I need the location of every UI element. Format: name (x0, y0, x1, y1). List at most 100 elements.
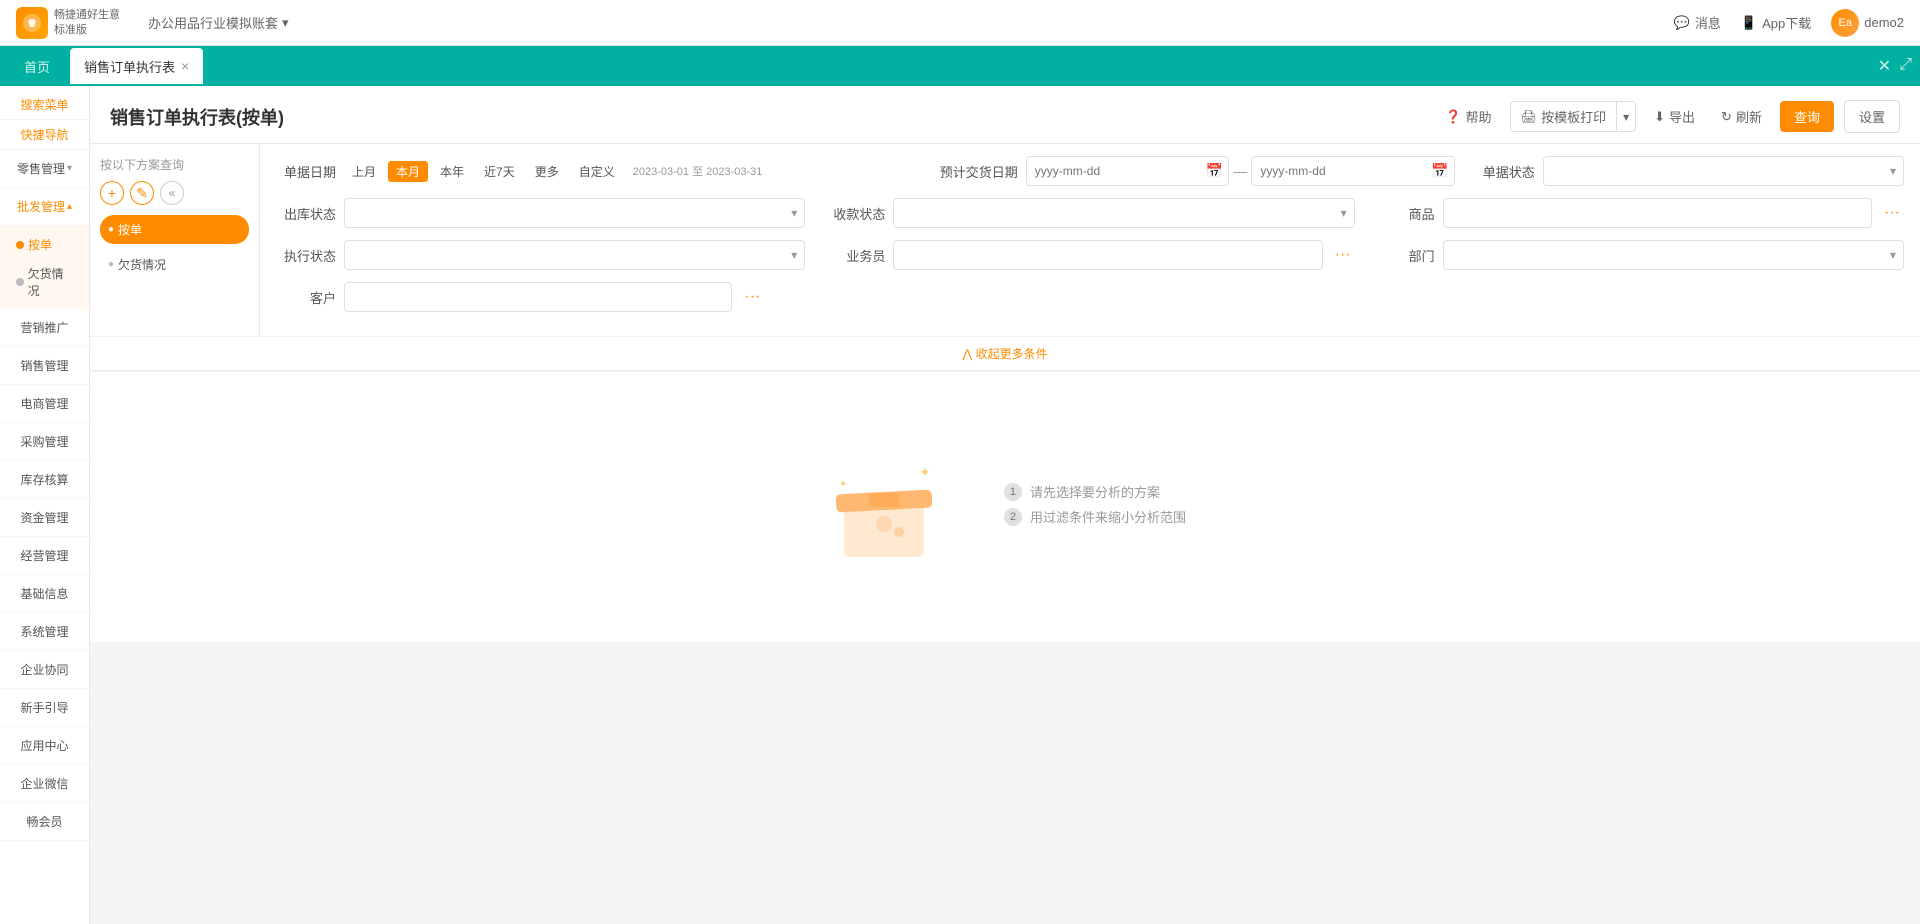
date-tab-7days[interactable]: 近7天 (476, 161, 523, 182)
sidebar-sub-sales-order[interactable]: 按单 (8, 230, 81, 259)
sidebar-item-purchase[interactable]: 采购管理 (0, 423, 89, 461)
sidebar-sub-wholesale: 按单 欠货情况 (0, 226, 89, 309)
sub-label-sales-order: 按单 (28, 236, 52, 253)
expected-date-end-input[interactable] (1251, 156, 1455, 186)
sidebar-search[interactable]: 搜索菜单 (0, 86, 89, 120)
tip-num-1: 1 (1004, 483, 1022, 501)
goods-input[interactable] (1443, 198, 1872, 228)
user-profile[interactable]: Ea demo2 (1831, 9, 1904, 37)
out-status-select[interactable] (344, 198, 805, 228)
empty-state: ✦ ✦ 1 请先选择要分析的方案 2 用过滤条件来缩小分析范 (90, 372, 1920, 642)
calendar-end-icon: 📅 (1431, 163, 1448, 180)
sidebar-label-wechat: 企业微信 (20, 775, 68, 792)
sidebar-item-operation[interactable]: 经营管理 (0, 537, 89, 575)
sidebar-label-retail: 零售管理 (17, 160, 65, 177)
out-status-label: 出库状态 (276, 204, 336, 223)
tab-active[interactable]: 销售订单执行表 × (70, 48, 203, 84)
print-icon: 🖨 (1521, 109, 1538, 125)
status-select-wrap (1543, 156, 1904, 186)
settings-button[interactable]: 设置 (1844, 100, 1900, 133)
print-dropdown-button[interactable]: ▾ (1617, 105, 1635, 129)
date-tab-this-month[interactable]: 本月 (388, 161, 428, 182)
query-button[interactable]: 查询 (1780, 101, 1834, 132)
app-download-button[interactable]: 📱 App下载 (1741, 13, 1811, 32)
sidebar-item-apps[interactable]: 应用中心 (0, 727, 89, 765)
empty-svg: ✦ ✦ (824, 452, 944, 562)
tab-minimize-icon[interactable]: ✕ (1878, 56, 1891, 76)
user-avatar: Ea (1831, 9, 1859, 37)
collect-status-select[interactable] (893, 198, 1354, 228)
exec-status-select[interactable] (344, 240, 805, 270)
sidebar-item-wholesale[interactable]: 批发管理 ▴ (0, 188, 89, 226)
page-title: 销售订单执行表(按单) (110, 104, 284, 130)
sidebar-item-wechat[interactable]: 企业微信 (0, 765, 89, 803)
sidebar-label-member: 畅会员 (26, 813, 62, 830)
system-title[interactable]: 办公用品行业模拟账套 ▾ (148, 13, 289, 32)
dropdown-icon: ▾ (282, 15, 289, 31)
sidebar-item-sales[interactable]: 销售管理 (0, 347, 89, 385)
page-actions: ❓ 帮助 🖨 按模板打印 ▾ ⬇ 导出 ↻ 刷新 (1437, 100, 1900, 133)
filter-date-field: 单据日期 上月 本月 本年 近7天 更多 自定义 20 (276, 161, 920, 182)
date-separator: — (1233, 163, 1247, 179)
filter-panel: 按以下方案查询 + ✎ « ● 按单 ● 欠货情况 (90, 144, 1920, 371)
customer-input[interactable] (344, 282, 732, 312)
salesperson-more-button[interactable]: ··· (1331, 246, 1355, 264)
filter-fields: 单据日期 上月 本月 本年 近7天 更多 自定义 20 (260, 144, 1920, 336)
customer-more-button[interactable]: ··· (740, 288, 764, 306)
tab-home[interactable]: 首页 (8, 46, 66, 86)
header-left: 畅捷通好生意 标准版 办公用品行业模拟账套 ▾ (16, 7, 289, 39)
date-tab-more[interactable]: 更多 (527, 161, 567, 182)
out-status-select-wrap (344, 198, 805, 228)
sidebar-label-operation: 经营管理 (20, 547, 68, 564)
sidebar-item-ecommerce[interactable]: 电商管理 (0, 385, 89, 423)
date-tab-custom[interactable]: 自定义 (571, 161, 623, 182)
sidebar-item-inventory[interactable]: 库存核算 (0, 461, 89, 499)
sidebar-item-member[interactable]: 畅会员 (0, 803, 89, 841)
status-select[interactable] (1543, 156, 1904, 186)
print-main-button[interactable]: 🖨 按模板打印 (1511, 102, 1618, 131)
scheme-item-debt[interactable]: ● 欠货情况 (100, 250, 249, 279)
expected-date-start-input[interactable] (1026, 156, 1230, 186)
filter-goods-field: 商品 ··· (1375, 198, 1904, 228)
refresh-button[interactable]: ↻ 刷新 (1713, 103, 1770, 130)
sidebar-label-wholesale: 批发管理 (17, 198, 65, 215)
export-button[interactable]: ⬇ 导出 (1646, 103, 1703, 130)
logo-area[interactable]: 畅捷通好生意 标准版 (16, 7, 120, 39)
sidebar-item-corp[interactable]: 企业协同 (0, 651, 89, 689)
sidebar-label-purchase: 采购管理 (20, 433, 68, 450)
customer-label: 客户 (276, 288, 336, 307)
dept-select[interactable] (1443, 240, 1904, 270)
date-range-display: 2023-03-01 至 2023-03-31 (633, 163, 763, 179)
collapse-more-button[interactable]: ⋀ 收起更多条件 (90, 336, 1920, 370)
sub-label-debt: 欠货情况 (28, 265, 73, 299)
message-button[interactable]: 💬 消息 (1674, 13, 1721, 32)
tab-bar: 首页 销售订单执行表 × ✕ ⤢ (0, 46, 1920, 86)
expected-date-start-wrap: 📅 (1026, 156, 1230, 186)
sidebar-item-newbie[interactable]: 新手引导 (0, 689, 89, 727)
sidebar-item-retail[interactable]: 零售管理 ▾ (0, 150, 89, 188)
goods-more-button[interactable]: ··· (1880, 204, 1904, 222)
add-scheme-button[interactable]: + (100, 181, 124, 205)
date-tab-last-month[interactable]: 上月 (344, 161, 384, 182)
tab-close-icon[interactable]: × (181, 59, 189, 73)
sidebar-item-system[interactable]: 系统管理 (0, 613, 89, 651)
sidebar-item-finance[interactable]: 资金管理 (0, 499, 89, 537)
goods-label: 商品 (1375, 204, 1435, 223)
sidebar-item-basic[interactable]: 基础信息 (0, 575, 89, 613)
salesperson-input[interactable] (893, 240, 1322, 270)
date-tab-this-year[interactable]: 本年 (432, 161, 472, 182)
top-header: 畅捷通好生意 标准版 办公用品行业模拟账套 ▾ 💬 消息 📱 App下载 Ea … (0, 0, 1920, 46)
sidebar-quick-nav[interactable]: 快捷导航 (0, 120, 89, 150)
sidebar-sub-debt[interactable]: 欠货情况 (8, 259, 81, 305)
help-icon: ❓ (1445, 109, 1461, 125)
inactive-dot-icon (16, 278, 24, 286)
tab-expand-icon[interactable]: ⤢ (1899, 56, 1912, 76)
sidebar-label-ecommerce: 电商管理 (20, 395, 68, 412)
scheme-item-active[interactable]: ● 按单 (100, 215, 249, 244)
collapse-up-icon: ⋀ (962, 347, 975, 361)
filter-collect-status-field: 收款状态 (825, 198, 1354, 228)
edit-scheme-button[interactable]: ✎ (130, 181, 154, 205)
sidebar-item-marketing[interactable]: 营销推广 (0, 309, 89, 347)
help-button[interactable]: ❓ 帮助 (1437, 103, 1499, 130)
collapse-scheme-button[interactable]: « (160, 181, 184, 205)
